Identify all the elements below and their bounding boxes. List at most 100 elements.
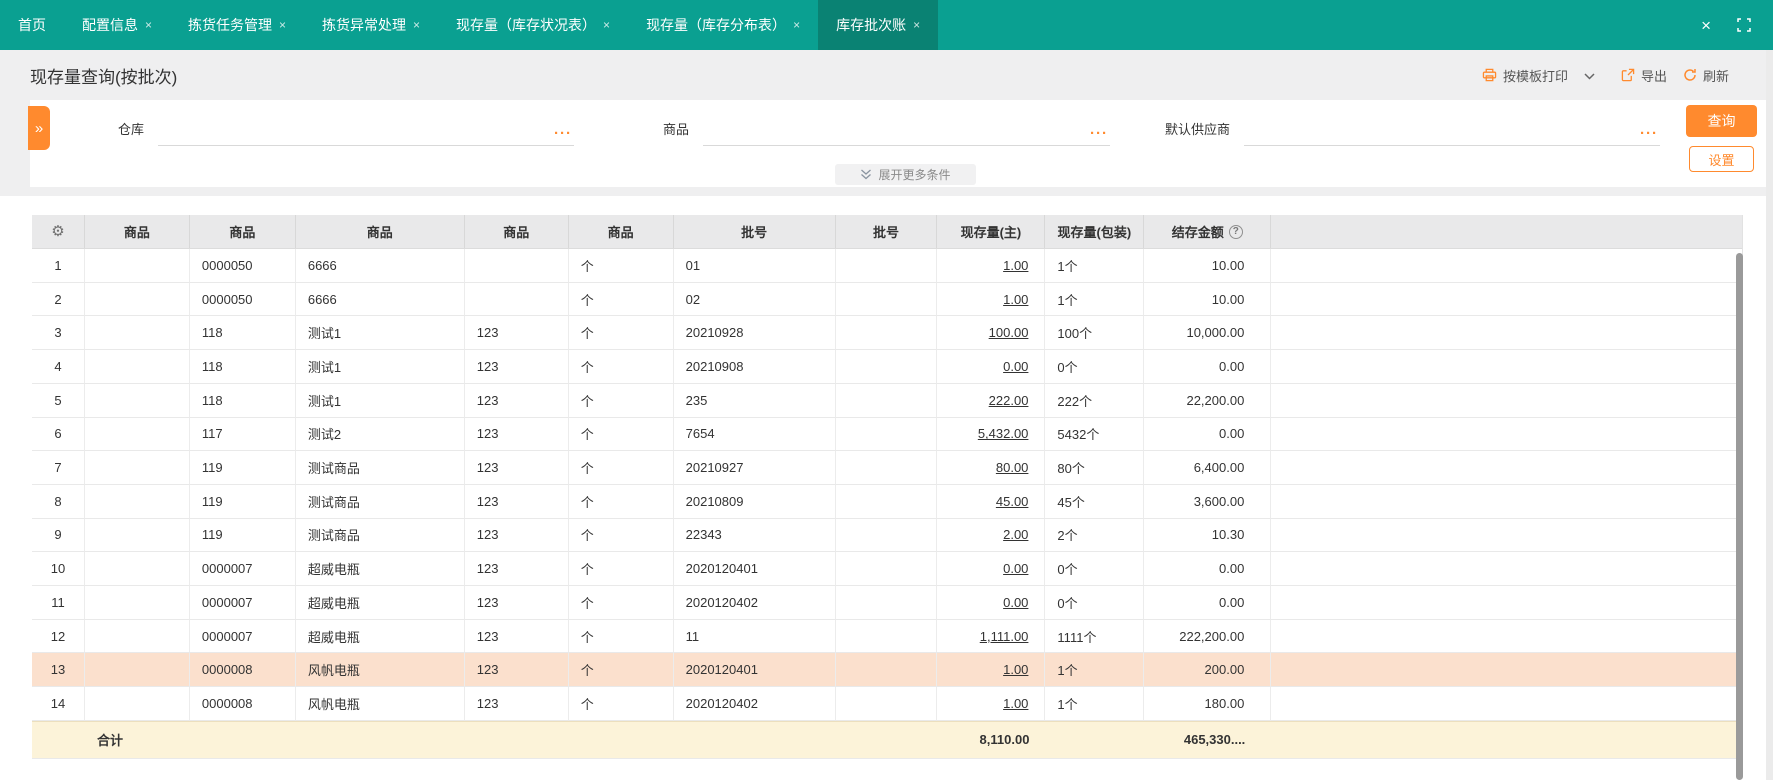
cell-qty_main[interactable]: 45.00 xyxy=(937,485,1045,519)
cell-qty_main[interactable]: 0.00 xyxy=(937,586,1045,620)
column-settings-gear-icon[interactable]: ⚙ xyxy=(51,224,64,239)
qty-main-link[interactable]: 0.00 xyxy=(1003,561,1028,576)
table-row[interactable]: 5118测试1123个235222.00222个22,200.00 xyxy=(32,384,1742,418)
cell-code: 117 xyxy=(190,418,296,452)
qty-main-link[interactable]: 1,111.00 xyxy=(980,629,1029,644)
inventory-batch-table: ⚙商品商品商品商品商品批号批号现存量(主)现存量(包装)结存金额? 100000… xyxy=(32,215,1743,759)
tab-close-icon[interactable]: × xyxy=(279,18,286,32)
printer-icon xyxy=(1482,68,1497,82)
cell-unit: 个 xyxy=(569,283,674,317)
product-picker-ellipsis-icon[interactable]: ··· xyxy=(1090,126,1108,141)
tab-首页[interactable]: 首页 xyxy=(0,0,64,50)
qty-main-link[interactable]: 0.00 xyxy=(1003,595,1028,610)
tab-close-icon[interactable]: × xyxy=(913,18,920,32)
tab-库存批次账[interactable]: 库存批次账× xyxy=(818,0,938,50)
chevron-down-icon[interactable] xyxy=(1584,68,1595,83)
cell-code: 118 xyxy=(190,384,296,418)
tab-现存量（库存分布表）[interactable]: 现存量（库存分布表）× xyxy=(628,0,818,50)
cell-spec: 123 xyxy=(465,519,569,553)
qty-main-link[interactable]: 1.00 xyxy=(1003,292,1028,307)
tab-close-icon[interactable]: × xyxy=(145,18,152,32)
qty-main-link[interactable]: 0.00 xyxy=(1003,359,1028,374)
cell-qty_main[interactable]: 80.00 xyxy=(937,451,1045,485)
qty-main-link[interactable]: 100.00 xyxy=(989,325,1029,340)
tab-close-icon[interactable]: × xyxy=(413,18,420,32)
cell-qty_main[interactable]: 0.00 xyxy=(937,552,1045,586)
tab-close-icon[interactable]: × xyxy=(793,18,800,32)
cell-unit: 个 xyxy=(569,485,674,519)
cell-group xyxy=(85,485,190,519)
cell-qty_main[interactable]: 1,111.00 xyxy=(937,620,1045,654)
table-row[interactable]: 100000007超威电瓶123个20201204010.000个0.00 xyxy=(32,552,1742,586)
tab-close-icon[interactable]: × xyxy=(603,18,610,32)
tab-拣货异常处理[interactable]: 拣货异常处理× xyxy=(304,0,438,50)
qty-main-link[interactable]: 2.00 xyxy=(1003,527,1028,542)
table-scrollbar-thumb[interactable] xyxy=(1736,253,1743,780)
settings-button[interactable]: 设置 xyxy=(1689,146,1754,172)
table-row[interactable]: 110000007超威电瓶123个20201204020.000个0.00 xyxy=(32,586,1742,620)
tab-label: 现存量（库存状况表） xyxy=(456,15,596,35)
column-header-group: 商品 xyxy=(85,215,190,248)
cell-amount: 6,400.00 xyxy=(1144,451,1271,485)
cell-spec: 123 xyxy=(465,586,569,620)
print-template-button[interactable]: 按模板打印 xyxy=(1482,66,1568,85)
qty-main-link[interactable]: 222.00 xyxy=(989,393,1029,408)
table-row[interactable]: 6117测试2123个76545,432.005432个0.00 xyxy=(32,418,1742,452)
cell-qty_main[interactable]: 1.00 xyxy=(937,687,1045,721)
filter-collapse-tab[interactable]: » xyxy=(28,106,50,150)
warehouse-input[interactable] xyxy=(158,110,574,145)
qty-main-link[interactable]: 5,432.00 xyxy=(978,426,1029,441)
table-row[interactable]: 130000008风帆电瓶123个20201204011.001个200.00 xyxy=(32,653,1742,687)
warehouse-field: 仓库 ··· xyxy=(118,110,574,146)
product-input[interactable] xyxy=(703,110,1110,145)
table-row[interactable]: 120000007超威电瓶123个111,111.001111个222,200.… xyxy=(32,620,1742,654)
query-button[interactable]: 查询 xyxy=(1686,105,1757,137)
qty-main-link[interactable]: 1.00 xyxy=(1003,662,1028,677)
cell-spec: 123 xyxy=(465,451,569,485)
cell-code: 119 xyxy=(190,519,296,553)
table-row[interactable]: 7119测试商品123个2021092780.0080个6,400.00 xyxy=(32,451,1742,485)
product-field: 商品 ··· xyxy=(663,110,1110,146)
cell-qty_main[interactable]: 1.00 xyxy=(937,653,1045,687)
cell-batch2 xyxy=(836,485,938,519)
table-row[interactable]: 200000506666个021.001个10.00 xyxy=(32,283,1742,317)
qty-main-link[interactable]: 45.00 xyxy=(996,494,1029,509)
separator-band xyxy=(0,187,1773,196)
table-row[interactable]: 9119测试商品123个223432.002个10.30 xyxy=(32,519,1742,553)
column-header-label: 商品 xyxy=(367,222,393,241)
cell-name: 测试1 xyxy=(296,384,465,418)
table-row[interactable]: 3118测试1123个20210928100.00100个10,000.00 xyxy=(32,316,1742,350)
table-row[interactable]: 8119测试商品123个2021080945.0045个3,600.00 xyxy=(32,485,1742,519)
cell-spec: 123 xyxy=(465,653,569,687)
tab-现存量（库存状况表）[interactable]: 现存量（库存状况表） × xyxy=(438,0,628,50)
cell-qty_main[interactable]: 1.00 xyxy=(937,283,1045,317)
cell-code: 0000050 xyxy=(190,249,296,283)
warehouse-picker-ellipsis-icon[interactable]: ··· xyxy=(554,126,572,141)
help-icon[interactable]: ? xyxy=(1229,225,1243,239)
table-row[interactable]: 100000506666个011.001个10.00 xyxy=(32,249,1742,283)
more-conditions-button[interactable]: 展开更多条件 xyxy=(835,164,976,185)
cell-qty_main[interactable]: 100.00 xyxy=(937,316,1045,350)
qty-main-link[interactable]: 1.00 xyxy=(1003,258,1028,273)
cell-batch2 xyxy=(836,653,938,687)
cell-qty_main[interactable]: 0.00 xyxy=(937,350,1045,384)
export-button[interactable]: 导出 xyxy=(1621,66,1667,85)
cell-qty_main[interactable]: 5,432.00 xyxy=(937,418,1045,452)
cell-qty_main[interactable]: 222.00 xyxy=(937,384,1045,418)
cell-batch2 xyxy=(836,519,938,553)
table-row[interactable]: 140000008风帆电瓶123个20201204021.001个180.00 xyxy=(32,687,1742,721)
qty-main-link[interactable]: 1.00 xyxy=(1003,696,1028,711)
cell-batch: 20210809 xyxy=(674,485,836,519)
default-supplier-picker-ellipsis-icon[interactable]: ··· xyxy=(1640,126,1658,141)
tab-配置信息[interactable]: 配置信息× xyxy=(64,0,170,50)
cell-qty_main[interactable]: 2.00 xyxy=(937,519,1045,553)
tab-拣货任务管理[interactable]: 拣货任务管理× xyxy=(170,0,304,50)
qty-main-link[interactable]: 80.00 xyxy=(996,460,1029,475)
cell-qty_main[interactable]: 1.00 xyxy=(937,249,1045,283)
cell-group xyxy=(85,316,190,350)
table-row[interactable]: 4118测试1123个202109080.000个0.00 xyxy=(32,350,1742,384)
fullscreen-icon[interactable] xyxy=(1737,18,1751,32)
default-supplier-input[interactable] xyxy=(1244,110,1660,145)
close-icon[interactable]: × xyxy=(1701,17,1711,34)
refresh-button[interactable]: 刷新 xyxy=(1683,66,1729,85)
